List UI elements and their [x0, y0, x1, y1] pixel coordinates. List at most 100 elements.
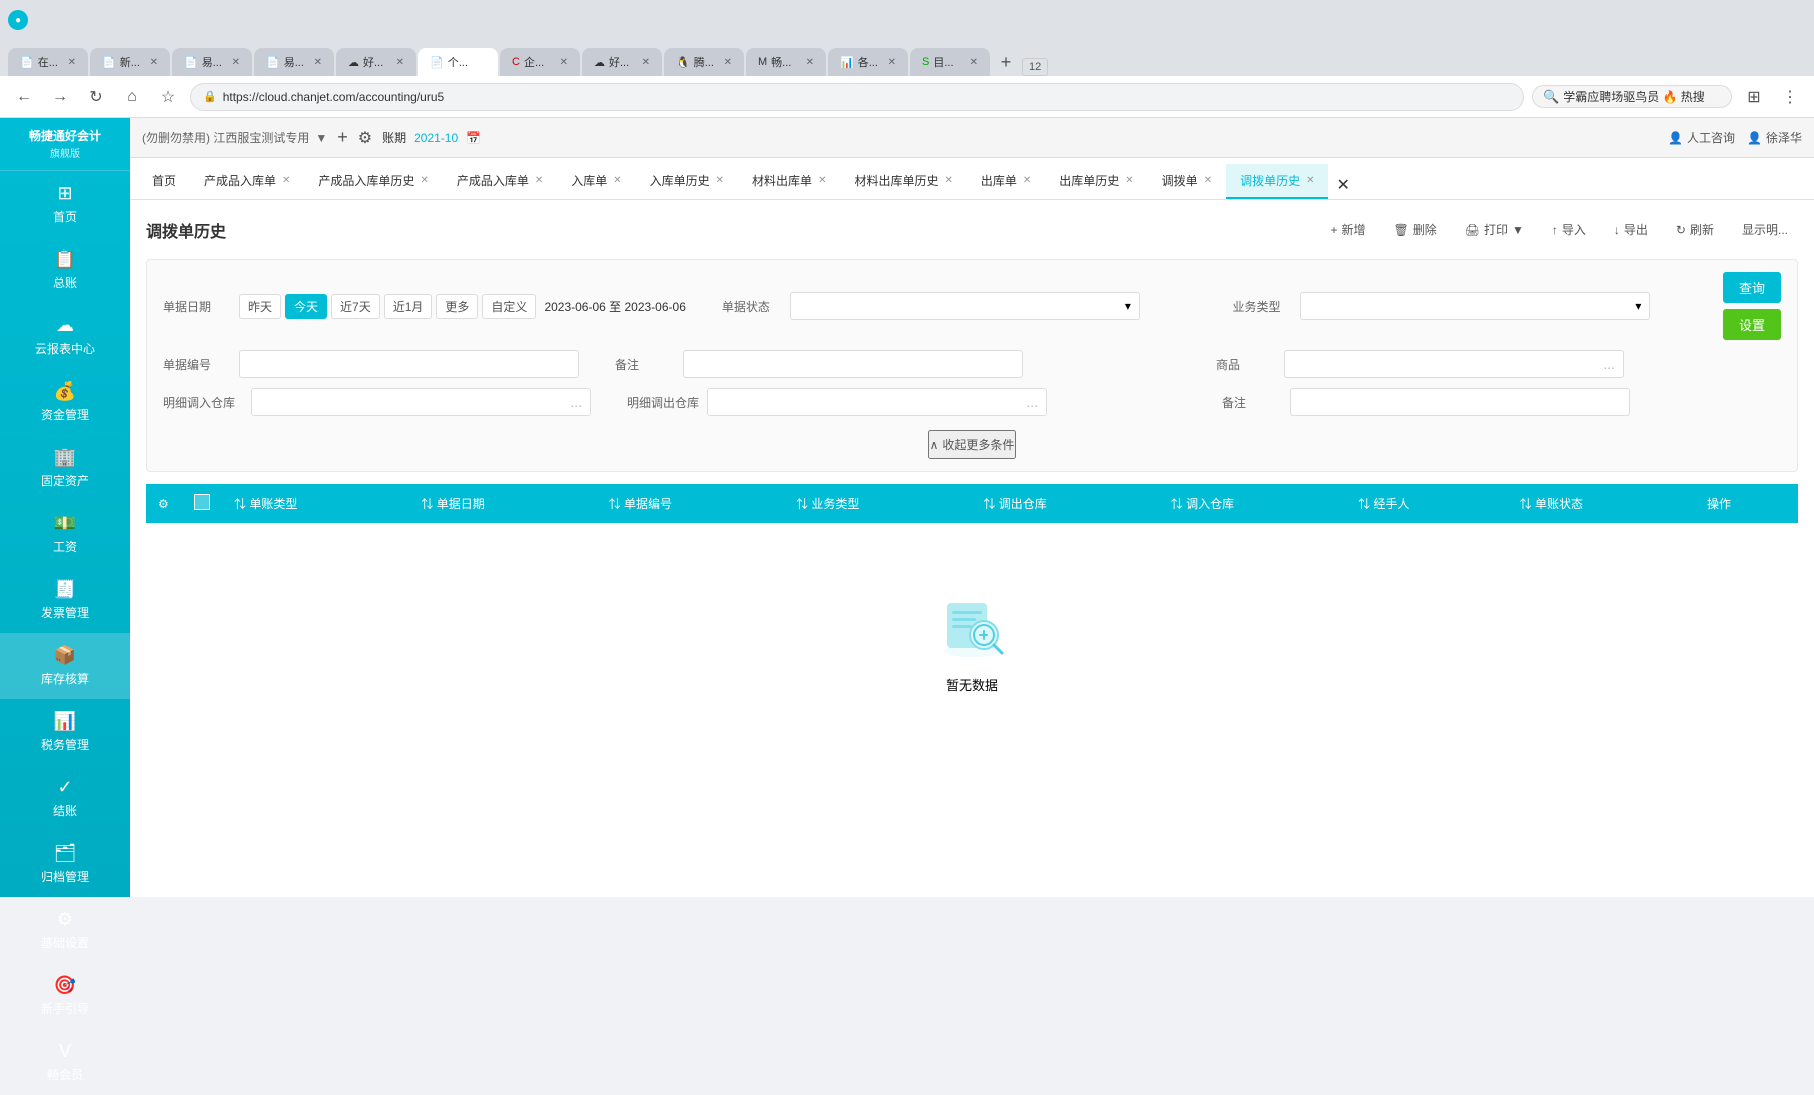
tab-close-icon[interactable]: ✕ [724, 57, 732, 68]
browser-tab-6[interactable]: C 企... ✕ [500, 48, 580, 76]
tab-close-icon[interactable]: ✕ [68, 57, 76, 68]
th-in-warehouse[interactable]: ⇅ 调入仓库 [1159, 484, 1346, 523]
tab-close-icon[interactable]: ✕ [1306, 175, 1314, 186]
app-tab-3[interactable]: 产成品入库单 ✕ [443, 164, 557, 199]
browser-tab-11[interactable]: S 目... ✕ [910, 48, 990, 76]
date-btn-custom[interactable]: 自定义 [482, 294, 536, 319]
refresh-button[interactable]: ↻ 刷新 [1666, 216, 1724, 243]
tab-close-icon[interactable]: ✕ [560, 57, 568, 68]
sidebar-item-salary[interactable]: 💵 工资 [0, 501, 130, 567]
app-tab-6[interactable]: 材料出库单 ✕ [738, 164, 840, 199]
date-btn-7days[interactable]: 近7天 [331, 294, 380, 319]
date-btn-yesterday[interactable]: 昨天 [239, 294, 281, 319]
date-btn-today[interactable]: 今天 [285, 294, 327, 319]
tab-close-icon[interactable]: ✕ [282, 175, 290, 186]
period-selector[interactable]: 账期 2021-10 📅 [382, 129, 481, 146]
th-doc-no[interactable]: ⇅ 单据编号 [597, 484, 784, 523]
detail-out-selector[interactable]: ... [707, 388, 1047, 416]
date-btn-more[interactable]: 更多 [436, 294, 478, 319]
app-tab-home[interactable]: 首页 [138, 164, 190, 199]
th-doc-type[interactable]: ⇅ 单账类型 [222, 484, 409, 523]
menu-button[interactable]: ⋮ [1776, 83, 1804, 111]
new-tab-button[interactable]: + [992, 48, 1020, 76]
tab-close-icon[interactable]: ✕ [1204, 175, 1212, 186]
bookmark-button[interactable]: ☆ [154, 83, 182, 111]
th-status[interactable]: ⇅ 单账状态 [1508, 484, 1695, 523]
back-button[interactable]: ← [10, 83, 38, 111]
app-tab-5[interactable]: 入库单历史 ✕ [636, 164, 738, 199]
goods-selector[interactable]: ... [1284, 350, 1624, 378]
tab-close-icon[interactable]: ✕ [232, 57, 240, 68]
sidebar-item-inventory[interactable]: 📦 库存核算 [0, 633, 130, 699]
tab-close-icon[interactable]: ✕ [314, 57, 322, 68]
tab-close-icon[interactable]: ✕ [420, 175, 428, 186]
address-bar[interactable]: 🔒 https://cloud.chanjet.com/accounting/u… [190, 83, 1524, 111]
sidebar-item-closing[interactable]: ✓ 结账 [0, 765, 130, 831]
refresh-button[interactable]: ↻ [82, 83, 110, 111]
app-tab-11[interactable]: 调拨单历史 ✕ [1226, 164, 1328, 199]
tab-close-icon[interactable]: ✕ [944, 175, 952, 186]
detail-in-selector[interactable]: ... [251, 388, 591, 416]
delete-button[interactable]: 🗑 删除 [1383, 216, 1446, 243]
print-button[interactable]: 🖨 打印 ▼ [1455, 216, 1534, 243]
app-tab-7[interactable]: 材料出库单历史 ✕ [840, 164, 966, 199]
sidebar-item-tax[interactable]: 📊 税务管理 [0, 699, 130, 765]
forward-button[interactable]: → [46, 83, 74, 111]
tab-close-icon[interactable]: ✕ [970, 57, 978, 68]
home-button[interactable]: ⌂ [118, 83, 146, 111]
sidebar-item-guide[interactable]: 🎯 新手引导 [0, 963, 130, 1029]
tab-close-icon[interactable]: ✕ [806, 57, 814, 68]
user-info[interactable]: 👤 徐泽华 [1747, 129, 1802, 146]
th-handler[interactable]: ⇅ 经手人 [1346, 484, 1508, 523]
query-button[interactable]: 查询 [1723, 272, 1781, 303]
browser-tab-2[interactable]: 📄 易... ✕ [172, 48, 252, 76]
tab-close-icon[interactable]: ✕ [642, 57, 650, 68]
browser-tab-4[interactable]: ☁ 好... ✕ [336, 48, 416, 76]
doc-no-input[interactable] [239, 350, 579, 378]
browser-tab-5[interactable]: 📄 个... [418, 48, 498, 76]
tab-close-icon[interactable]: ✕ [888, 57, 896, 68]
th-gear[interactable]: ⚙ [146, 484, 182, 523]
sidebar-item-cloud-report[interactable]: ☁ 云报表中心 [0, 303, 130, 369]
sidebar-item-funds[interactable]: 💰 资金管理 [0, 369, 130, 435]
tab-close-icon[interactable]: ✕ [535, 175, 543, 186]
import-button[interactable]: ↑ 导入 [1542, 216, 1596, 243]
sidebar-item-settings[interactable]: ⚙ 基础设置 [0, 897, 130, 963]
sidebar-item-invoice[interactable]: 🧾 发票管理 [0, 567, 130, 633]
browser-tab-7[interactable]: ☁ 好... ✕ [582, 48, 662, 76]
sidebar-item-assets[interactable]: 🏢 固定资产 [0, 435, 130, 501]
select-all-checkbox[interactable] [194, 494, 210, 510]
th-doc-date[interactable]: ⇅ 单据日期 [409, 484, 596, 523]
sidebar-item-vip[interactable]: V 畅会员 [0, 1029, 130, 1095]
goods-dots-button[interactable]: ... [1603, 356, 1615, 372]
tab-close-icon[interactable]: ✕ [1125, 175, 1133, 186]
th-check[interactable] [182, 484, 222, 523]
app-tab-8[interactable]: 出库单 ✕ [967, 164, 1045, 199]
status-select[interactable]: ▾ [790, 292, 1140, 320]
app-tab-2[interactable]: 产成品入库单历史 ✕ [304, 164, 442, 199]
browser-tab-10[interactable]: 📊 各... ✕ [828, 48, 908, 76]
tab-close-icon[interactable]: ✕ [150, 57, 158, 68]
detail-out-dots-button[interactable]: ... [1026, 394, 1038, 410]
new-button[interactable]: + 新增 [1320, 216, 1375, 243]
sidebar-item-ledger[interactable]: 📋 总账 [0, 237, 130, 303]
search-bar[interactable]: 🔍 学霸应聘场驱鸟员 🔥 热搜 [1532, 85, 1732, 108]
sidebar-item-home[interactable]: ⊞ 首页 [0, 171, 130, 237]
tab-close-icon[interactable]: ✕ [613, 175, 621, 186]
browser-tab-9[interactable]: M 畅... ✕ [746, 48, 826, 76]
company-selector[interactable]: (勿删勿禁用) 江西服宝测试专用 ▼ [142, 129, 327, 146]
display-button[interactable]: 显示明... [1732, 216, 1798, 243]
tab-close-icon[interactable]: ✕ [396, 57, 404, 68]
browser-tab-0[interactable]: 📄 在... ✕ [8, 48, 88, 76]
browser-tab-1[interactable]: 📄 新... ✕ [90, 48, 170, 76]
th-biz-type[interactable]: ⇅ 业务类型 [784, 484, 971, 523]
business-type-select[interactable]: ▾ [1300, 292, 1650, 320]
company-settings-button[interactable]: ⚙ [358, 128, 372, 148]
extensions-button[interactable]: ⊞ [1740, 83, 1768, 111]
detail-remark-input[interactable] [1290, 388, 1630, 416]
detail-in-dots-button[interactable]: ... [570, 394, 582, 410]
th-out-warehouse[interactable]: ⇅ 调出仓库 [971, 484, 1158, 523]
settings-button[interactable]: 设置 [1723, 309, 1781, 340]
browser-tab-8[interactable]: 🐧 腾... ✕ [664, 48, 744, 76]
add-company-button[interactable]: + [337, 127, 348, 148]
